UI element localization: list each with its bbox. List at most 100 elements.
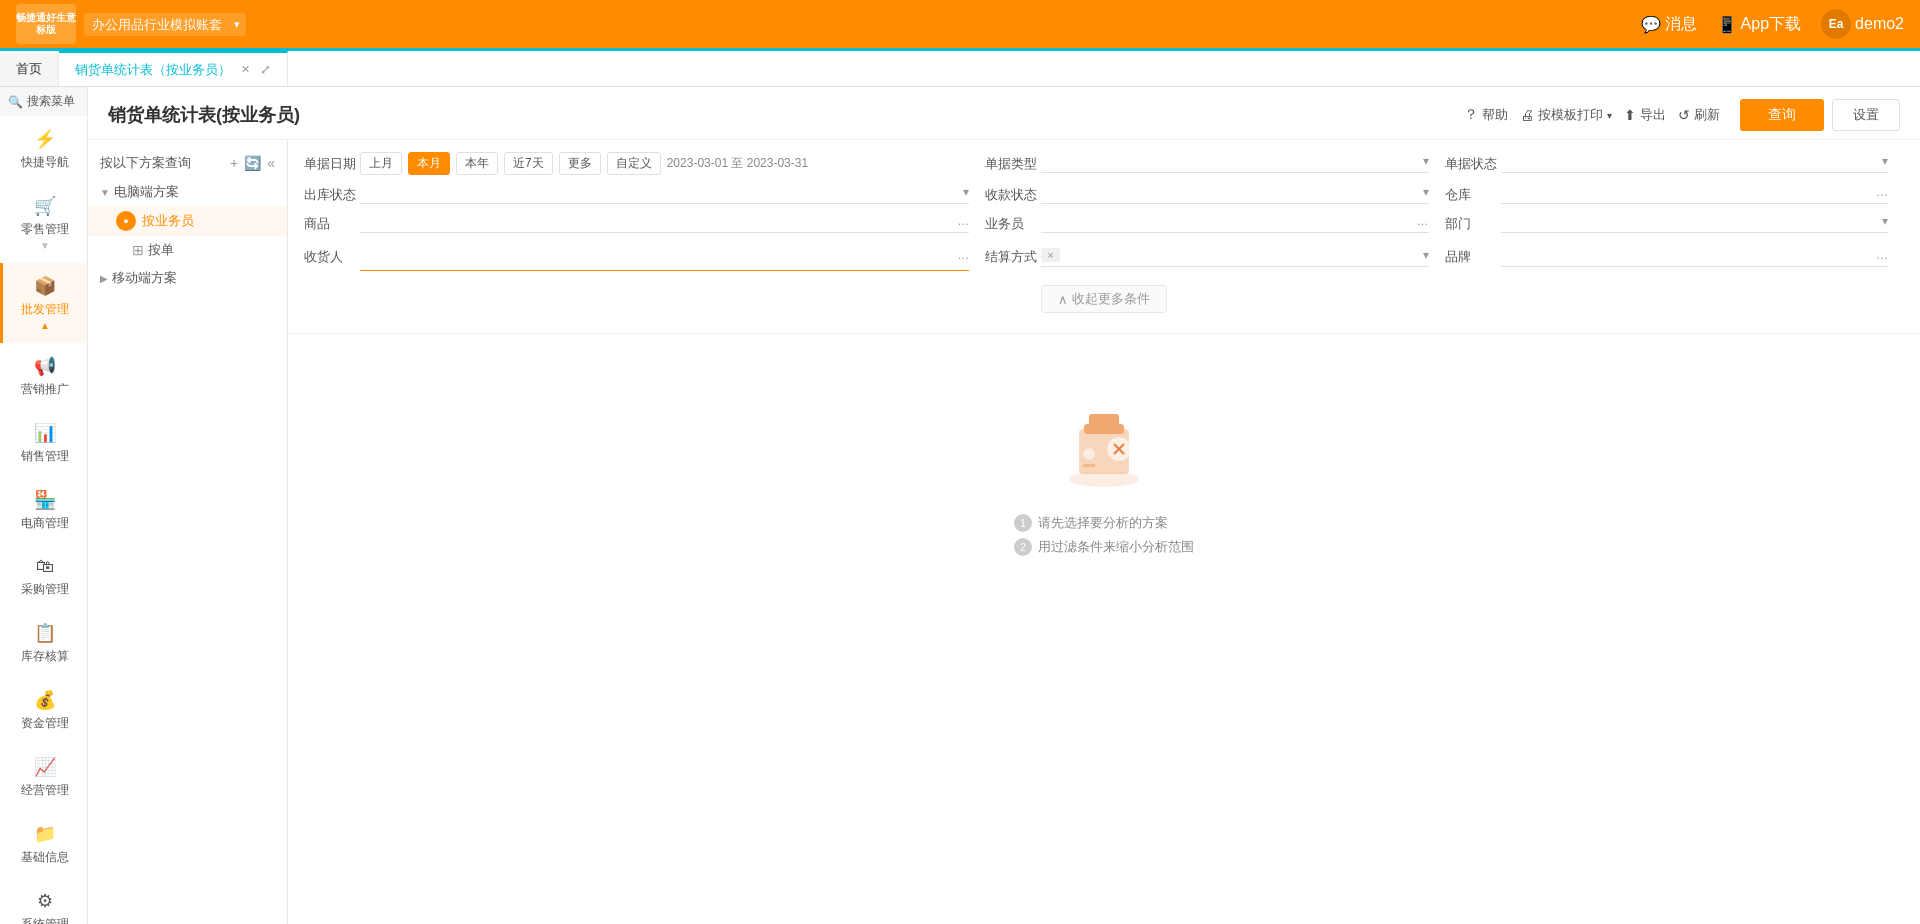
right-panel: 单据日期 上月 本月 本年 近7天 更多 自定义 (288, 140, 1920, 924)
top-header: 畅捷通好生意标版 办公用品行业模拟账套 💬 消息 📱 App下载 Ea (0, 0, 1920, 48)
date-custom[interactable]: 自定义 (607, 152, 661, 175)
filter-row-3: 商品 … 业务员 … (304, 214, 1904, 233)
sidebar-item-inventory[interactable]: 📋 库存核算 (0, 610, 87, 677)
tab-home[interactable]: 首页 (0, 51, 59, 86)
app-selector-wrap[interactable]: 办公用品行业模拟账套 (84, 13, 246, 36)
salesperson-filter-item: 业务员 … (985, 214, 1444, 233)
brand-dots[interactable]: … (1876, 248, 1888, 262)
print-btn[interactable]: 🖨 按模板打印 ▾ (1520, 106, 1612, 124)
tab-maximize-icon[interactable]: ⤢ (260, 62, 271, 77)
tab-bar: 首页 销货单统计表（按业务员） ✕ ⤢ (0, 51, 1920, 87)
goods-control[interactable]: … (360, 214, 969, 233)
empty-illustration (1054, 394, 1154, 494)
settlement-value: × (1041, 248, 1418, 262)
salesperson-dots[interactable]: … (1417, 214, 1429, 228)
mobile-scheme-header[interactable]: ▶ 移动端方案 (88, 264, 287, 292)
pc-scheme-header[interactable]: ▼ 电脑端方案 (88, 178, 287, 206)
retail-icon: 🛒 (34, 195, 56, 217)
export-btn[interactable]: ⬆ 导出 (1624, 106, 1666, 124)
sidebar-item-operations[interactable]: 📈 经营管理 (0, 744, 87, 811)
filter-actions: ∧ 收起更多条件 (304, 281, 1904, 321)
dept-control[interactable]: ▾ (1501, 214, 1888, 233)
export-icon: ⬆ (1624, 107, 1636, 123)
mobile-scheme-group: ▶ 移动端方案 (88, 264, 287, 292)
refresh-btn[interactable]: ↺ 刷新 (1678, 106, 1720, 124)
help-btn[interactable]: ？ 帮助 (1464, 106, 1508, 124)
app-selector[interactable]: 办公用品行业模拟账套 (84, 13, 246, 36)
settlement-tag-close[interactable]: × (1047, 249, 1053, 261)
collapse-label: 收起更多条件 (1072, 290, 1150, 308)
pc-scheme-chevron: ▼ (100, 187, 110, 198)
filter-row-1: 单据日期 上月 本月 本年 近7天 更多 自定义 (304, 152, 1904, 175)
filter-form: 单据日期 上月 本月 本年 近7天 更多 自定义 (288, 140, 1920, 334)
sidebar-item-finance[interactable]: 💰 资金管理 (0, 677, 87, 744)
sidebar-item-wholesale[interactable]: 📦 批发管理 ▲ (0, 263, 87, 343)
doc-type-filter-item: 单据类型 ▾ (985, 154, 1444, 173)
sales-stat-tab-label: 销货单统计表（按业务员） (75, 61, 231, 79)
add-scheme-icon[interactable]: + (230, 155, 238, 171)
setting-btn[interactable]: 设置 (1832, 99, 1900, 131)
consignee-control[interactable]: … (360, 243, 969, 271)
collapse-panel-icon[interactable]: « (267, 155, 275, 171)
tree-sub-item-order[interactable]: ⊞ 按单 (88, 236, 287, 264)
date-this-month[interactable]: 本月 (408, 152, 450, 175)
message-action[interactable]: 💬 消息 (1641, 14, 1697, 35)
consignee-filter-item: 收货人 … (304, 243, 985, 271)
date-last7days[interactable]: 近7天 (504, 152, 553, 175)
sidebar-item-quick-nav[interactable]: ⚡ 快捷导航 (0, 116, 87, 183)
svg-rect-8 (1083, 464, 1095, 467)
out-status-label: 出库状态 (304, 186, 360, 204)
consignee-dots[interactable]: … (957, 248, 969, 262)
doc-status-control[interactable]: ▾ (1501, 154, 1888, 173)
tab-sales-stat[interactable]: 销货单统计表（按业务员） ✕ ⤢ (59, 51, 288, 86)
left-panel: 按以下方案查询 + 🔄 « ▼ 电脑端方案 ● (88, 140, 288, 924)
logo-text: 畅捷通好生意标版 (16, 12, 76, 36)
operations-icon: 📈 (34, 756, 56, 778)
payment-status-label: 收款状态 (985, 186, 1041, 204)
collapse-btn[interactable]: ∧ 收起更多条件 (1041, 285, 1167, 313)
settlement-arrow: ▾ (1423, 248, 1429, 262)
settlement-control[interactable]: × ▾ (1041, 248, 1428, 267)
brand-control[interactable]: … (1501, 248, 1888, 267)
app-download-label: App下载 (1741, 14, 1801, 35)
refresh-scheme-icon[interactable]: 🔄 (244, 155, 261, 171)
date-more[interactable]: 更多 (559, 152, 601, 175)
sidebar-item-retail[interactable]: 🛒 零售管理 ▼ (0, 183, 87, 263)
warehouse-dots[interactable]: … (1876, 185, 1888, 199)
query-btn[interactable]: 查询 (1740, 99, 1824, 131)
salesperson-control[interactable]: … (1041, 214, 1428, 233)
help-label: 帮助 (1482, 106, 1508, 124)
main-wrapper: 🔍 搜索菜单 ⚡ 快捷导航 🛒 零售管理 ▼ 📦 批发管理 ▲ 📢 营销推广 (0, 87, 1920, 924)
sidebar-item-purchase[interactable]: 🛍 采购管理 (0, 544, 87, 610)
app-download-action[interactable]: 📱 App下载 (1717, 14, 1801, 35)
warehouse-filter-item: 仓库 … (1445, 185, 1904, 204)
sidebar-item-base-info[interactable]: 📁 基础信息 (0, 811, 87, 878)
retail-label: 零售管理 (21, 221, 69, 238)
settlement-label: 结算方式 (985, 248, 1041, 266)
user-profile[interactable]: Ea demo2 (1821, 9, 1904, 39)
sidebar-item-ecommerce[interactable]: 🏪 电商管理 (0, 477, 87, 544)
panel-header-icons: + 🔄 « (230, 155, 275, 171)
search-menu[interactable]: 🔍 搜索菜单 (0, 87, 87, 116)
sidebar-item-sales-mgmt[interactable]: 📊 销售管理 (0, 410, 87, 477)
sidebar-item-marketing[interactable]: 📢 营销推广 (0, 343, 87, 410)
tree-item-salesperson[interactable]: ● 按业务员 (88, 206, 287, 236)
goods-filter-item: 商品 … (304, 214, 985, 233)
export-label: 导出 (1640, 106, 1666, 124)
warehouse-control[interactable]: … (1501, 185, 1888, 204)
out-status-control[interactable]: ▾ (360, 185, 969, 204)
consignee-input[interactable] (360, 243, 953, 266)
ecommerce-icon: 🏪 (34, 489, 56, 511)
tab-close-icon[interactable]: ✕ (241, 63, 250, 76)
payment-status-arrow: ▾ (1423, 185, 1429, 199)
wholesale-label: 批发管理 (21, 301, 69, 318)
order-scheme-icon: ⊞ (132, 242, 144, 258)
goods-dots[interactable]: … (957, 214, 969, 228)
payment-status-control[interactable]: ▾ (1041, 185, 1428, 204)
order-scheme-label: 按单 (148, 241, 174, 259)
date-last-month[interactable]: 上月 (360, 152, 402, 175)
sidebar-item-system[interactable]: ⚙ 系统管理 (0, 878, 87, 924)
doc-type-control[interactable]: ▾ (1041, 154, 1428, 173)
date-this-year[interactable]: 本年 (456, 152, 498, 175)
message-icon: 💬 (1641, 15, 1661, 34)
